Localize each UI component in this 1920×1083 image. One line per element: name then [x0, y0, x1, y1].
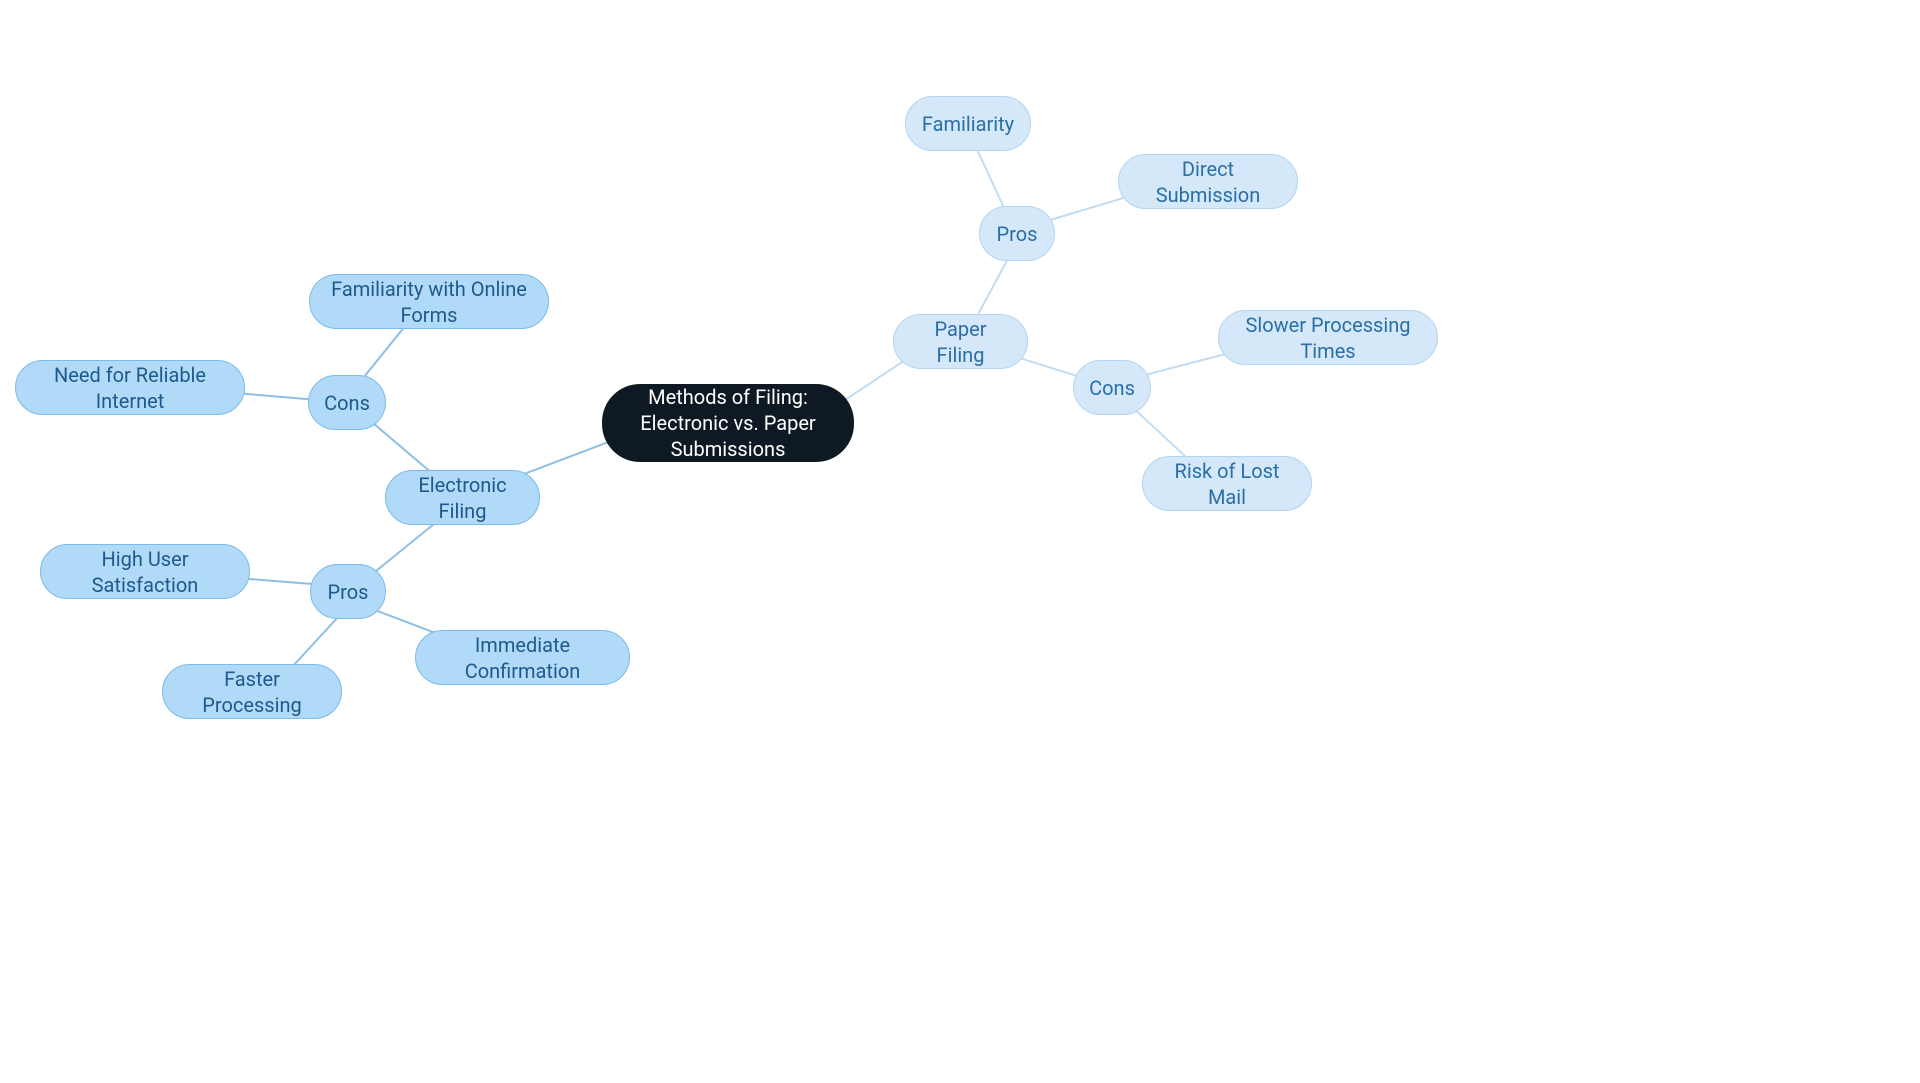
edge-paper-pros	[975, 255, 1010, 320]
electronic-pros-confirm-node[interactable]: Immediate Confirmation	[415, 630, 630, 685]
paper-pros-familiarity-node[interactable]: Familiarity	[905, 96, 1031, 151]
paper-cons-slow-node[interactable]: Slower Processing Times	[1218, 310, 1438, 365]
epros-confirm-label: Immediate Confirmation	[434, 632, 611, 684]
ppros-familiarity-label: Familiarity	[922, 111, 1014, 137]
epros-satisfaction-label: High User Satisfaction	[59, 546, 231, 598]
pcons-lost-label: Risk of Lost Mail	[1161, 458, 1293, 510]
epros-fast-label: Faster Processing	[181, 666, 323, 718]
paper-filing-node[interactable]: Paper Filing	[893, 314, 1028, 369]
edge-ppros-familiarity	[975, 145, 1005, 210]
paper-pros-node[interactable]: Pros	[979, 206, 1055, 261]
electronic-cons-internet-node[interactable]: Need for Reliable Internet	[15, 360, 245, 415]
electronic-pros-label: Pros	[328, 579, 369, 605]
electronic-pros-node[interactable]: Pros	[310, 564, 386, 619]
paper-cons-label: Cons	[1089, 375, 1135, 401]
electronic-cons-familiarity-node[interactable]: Familiarity with Online Forms	[309, 274, 549, 329]
electronic-pros-satisfaction-node[interactable]: High User Satisfaction	[40, 544, 250, 599]
paper-cons-lost-node[interactable]: Risk of Lost Mail	[1142, 456, 1312, 511]
electronic-cons-label: Cons	[324, 390, 370, 416]
ppros-direct-label: Direct Submission	[1137, 156, 1279, 208]
econs-internet-label: Need for Reliable Internet	[34, 362, 226, 414]
paper-cons-node[interactable]: Cons	[1073, 360, 1151, 415]
edges-layer	[0, 0, 1920, 1083]
econs-familiarity-label: Familiarity with Online Forms	[328, 276, 530, 328]
center-node[interactable]: Methods of Filing: Electronic vs. Paper …	[602, 384, 854, 462]
paper-pros-label: Pros	[997, 221, 1038, 247]
electronic-filing-node[interactable]: Electronic Filing	[385, 470, 540, 525]
diagram-canvas: Methods of Filing: Electronic vs. Paper …	[0, 0, 1920, 1083]
paper-label: Paper Filing	[912, 316, 1009, 368]
electronic-label: Electronic Filing	[404, 472, 521, 524]
center-label: Methods of Filing: Electronic vs. Paper …	[620, 384, 836, 462]
pcons-slow-label: Slower Processing Times	[1237, 312, 1419, 364]
paper-pros-direct-node[interactable]: Direct Submission	[1118, 154, 1298, 209]
electronic-pros-fast-node[interactable]: Faster Processing	[162, 664, 342, 719]
electronic-cons-node[interactable]: Cons	[308, 375, 386, 430]
